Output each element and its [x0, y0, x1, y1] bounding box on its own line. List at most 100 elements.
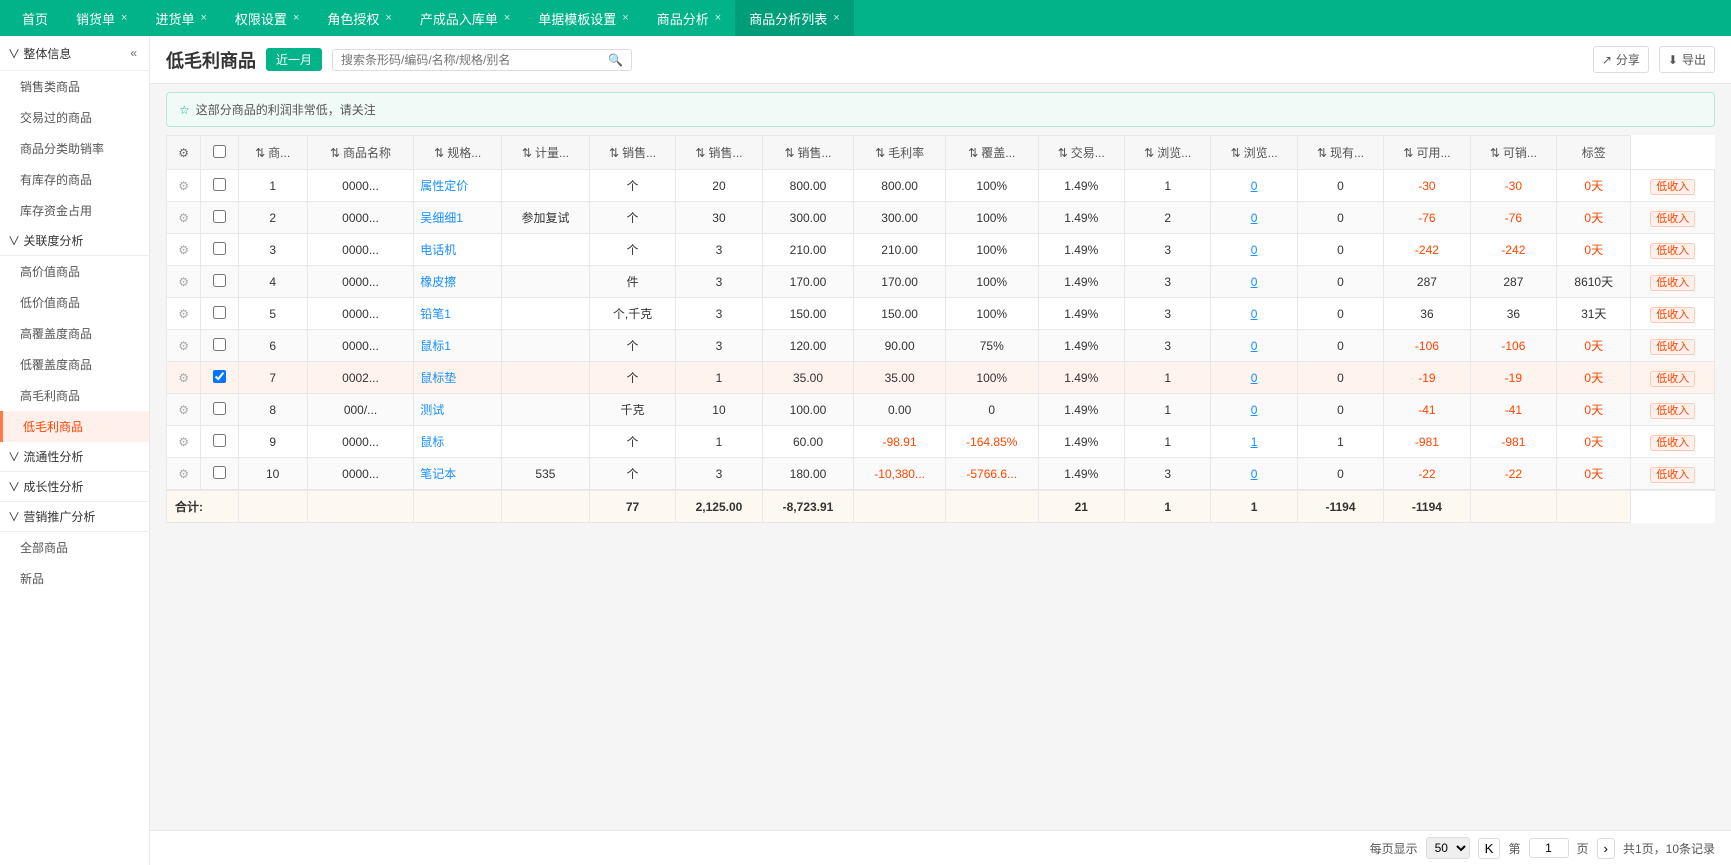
sidebar-item-category-rate[interactable]: 商品分类助销率 [0, 133, 149, 164]
cell-name[interactable]: 鼠标垫 [414, 362, 502, 394]
nav-product-analysis-list[interactable]: 商品分析列表 × [735, 0, 853, 36]
search-icon[interactable]: 🔍 [608, 53, 623, 67]
sidebar-item-low-margin[interactable]: 低毛利商品 [0, 411, 149, 442]
row-checkbox[interactable] [213, 178, 226, 191]
cell-view1[interactable]: 0 [1211, 330, 1297, 362]
close-icon[interactable]: × [385, 12, 391, 24]
col-code-header[interactable]: ⇅商... [238, 136, 307, 170]
col-view2-header[interactable]: ⇅浏览... [1211, 136, 1297, 170]
sidebar-group-flow[interactable]: ∨ 流通性分析 [0, 442, 149, 472]
cell-name[interactable]: 鼠标1 [414, 330, 502, 362]
cell-checkbox[interactable] [201, 170, 238, 202]
cell-settings[interactable]: ⚙ [167, 394, 201, 426]
nav-home[interactable]: 首页 [8, 0, 62, 36]
next-page-button[interactable]: › [1597, 838, 1615, 859]
share-button[interactable]: ↗ 分享 [1593, 46, 1649, 73]
cell-settings[interactable]: ⚙ [167, 266, 201, 298]
cell-checkbox[interactable] [201, 330, 238, 362]
cell-view1[interactable]: 0 [1211, 298, 1297, 330]
col-view1-header[interactable]: ⇅浏览... [1124, 136, 1210, 170]
cell-name[interactable]: 测试 [414, 394, 502, 426]
cell-name[interactable]: 笔记本 [414, 458, 502, 491]
select-all-checkbox[interactable] [213, 145, 226, 158]
cell-name[interactable]: 橡皮擦 [414, 266, 502, 298]
cell-view1[interactable]: 0 [1211, 170, 1297, 202]
cell-checkbox[interactable] [201, 426, 238, 458]
cell-checkbox[interactable] [201, 266, 238, 298]
row-checkbox[interactable] [213, 370, 226, 383]
nav-product-entry[interactable]: 产成品入库单 × [406, 0, 524, 36]
sidebar-collapse-btn[interactable]: « [126, 42, 141, 64]
row-checkbox[interactable] [213, 338, 226, 351]
col-current-header[interactable]: ⇅现有... [1297, 136, 1383, 170]
sidebar-item-stock-goods[interactable]: 有库存的商品 [0, 164, 149, 195]
sidebar-item-inventory-capital[interactable]: 库存资金占用 [0, 195, 149, 226]
row-checkbox[interactable] [213, 210, 226, 223]
close-icon[interactable]: × [715, 12, 721, 24]
cell-name[interactable]: 鼠标 [414, 426, 502, 458]
sidebar-group-growth[interactable]: ∨ 成长性分析 [0, 472, 149, 502]
cell-checkbox[interactable] [201, 298, 238, 330]
cell-checkbox[interactable] [201, 234, 238, 266]
cell-settings[interactable]: ⚙ [167, 170, 201, 202]
cell-name[interactable]: 属性定价 [414, 170, 502, 202]
close-icon[interactable]: × [121, 12, 127, 24]
cell-settings[interactable]: ⚙ [167, 426, 201, 458]
col-gross-rate-header[interactable]: ⇅毛利率 [854, 136, 946, 170]
col-sales-amount-header[interactable]: ⇅销售... [762, 136, 854, 170]
cell-view1[interactable]: 0 [1211, 458, 1297, 491]
cell-view1[interactable]: 0 [1211, 362, 1297, 394]
sidebar-item-sales-goods[interactable]: 销售类商品 [0, 71, 149, 102]
close-icon[interactable]: × [200, 12, 206, 24]
cell-settings[interactable]: ⚙ [167, 202, 201, 234]
col-checkbox-header[interactable] [201, 136, 238, 170]
nav-purchase-order[interactable]: 进货单 × [141, 0, 220, 36]
sidebar-item-all-goods[interactable]: 全部商品 [0, 532, 149, 563]
nav-role-auth[interactable]: 角色授权 × [313, 0, 405, 36]
cell-view1[interactable]: 0 [1211, 266, 1297, 298]
close-icon[interactable]: × [833, 12, 839, 24]
col-coverage-header[interactable]: ⇅覆盖... [945, 136, 1038, 170]
row-checkbox[interactable] [213, 402, 226, 415]
sidebar-item-traded-goods[interactable]: 交易过的商品 [0, 102, 149, 133]
sidebar-item-low-coverage[interactable]: 低覆盖度商品 [0, 349, 149, 380]
col-settings-header[interactable]: ⚙ [167, 136, 201, 170]
col-saleable-header[interactable]: ⇅可销... [1470, 136, 1556, 170]
cell-settings[interactable]: ⚙ [167, 330, 201, 362]
cell-checkbox[interactable] [201, 362, 238, 394]
cell-settings[interactable]: ⚙ [167, 234, 201, 266]
col-name-header[interactable]: ⇅商品名称 [307, 136, 414, 170]
sidebar-item-high-value[interactable]: 高价值商品 [0, 256, 149, 287]
sidebar-item-high-margin[interactable]: 高毛利商品 [0, 380, 149, 411]
export-button[interactable]: ⬇ 导出 [1659, 46, 1715, 73]
date-filter-button[interactable]: 近一月 [266, 48, 322, 71]
row-checkbox[interactable] [213, 306, 226, 319]
col-unit-header[interactable]: ⇅计量... [502, 136, 590, 170]
sidebar-item-new-goods[interactable]: 新品 [0, 563, 149, 594]
page-input[interactable] [1529, 838, 1569, 858]
cell-checkbox[interactable] [201, 202, 238, 234]
row-checkbox[interactable] [213, 434, 226, 447]
col-trade-header[interactable]: ⇅交易... [1038, 136, 1124, 170]
per-page-select[interactable]: 50 [1426, 837, 1470, 859]
nav-permissions[interactable]: 权限设置 × [221, 0, 313, 36]
col-sales-price-header[interactable]: ⇅销售... [676, 136, 762, 170]
cell-checkbox[interactable] [201, 394, 238, 426]
col-tag-header[interactable]: 标签 [1557, 136, 1631, 170]
row-checkbox[interactable] [213, 274, 226, 287]
sidebar-group-marketing[interactable]: ∨ 营销推广分析 [0, 502, 149, 532]
col-available-header[interactable]: ⇅可用... [1384, 136, 1470, 170]
close-icon[interactable]: × [622, 12, 628, 24]
cell-settings[interactable]: ⚙ [167, 458, 201, 491]
nav-product-analysis[interactable]: 商品分析 × [643, 0, 735, 36]
nav-template-settings[interactable]: 单据模板设置 × [524, 0, 642, 36]
row-checkbox[interactable] [213, 242, 226, 255]
close-icon[interactable]: × [293, 12, 299, 24]
sidebar-item-high-coverage[interactable]: 高覆盖度商品 [0, 318, 149, 349]
sidebar-item-low-value[interactable]: 低价值商品 [0, 287, 149, 318]
cell-view1[interactable]: 0 [1211, 202, 1297, 234]
cell-view1[interactable]: 1 [1211, 426, 1297, 458]
col-sales-qty-header[interactable]: ⇅销售... [589, 136, 675, 170]
cell-view1[interactable]: 0 [1211, 394, 1297, 426]
nav-sales-order[interactable]: 销货单 × [62, 0, 141, 36]
